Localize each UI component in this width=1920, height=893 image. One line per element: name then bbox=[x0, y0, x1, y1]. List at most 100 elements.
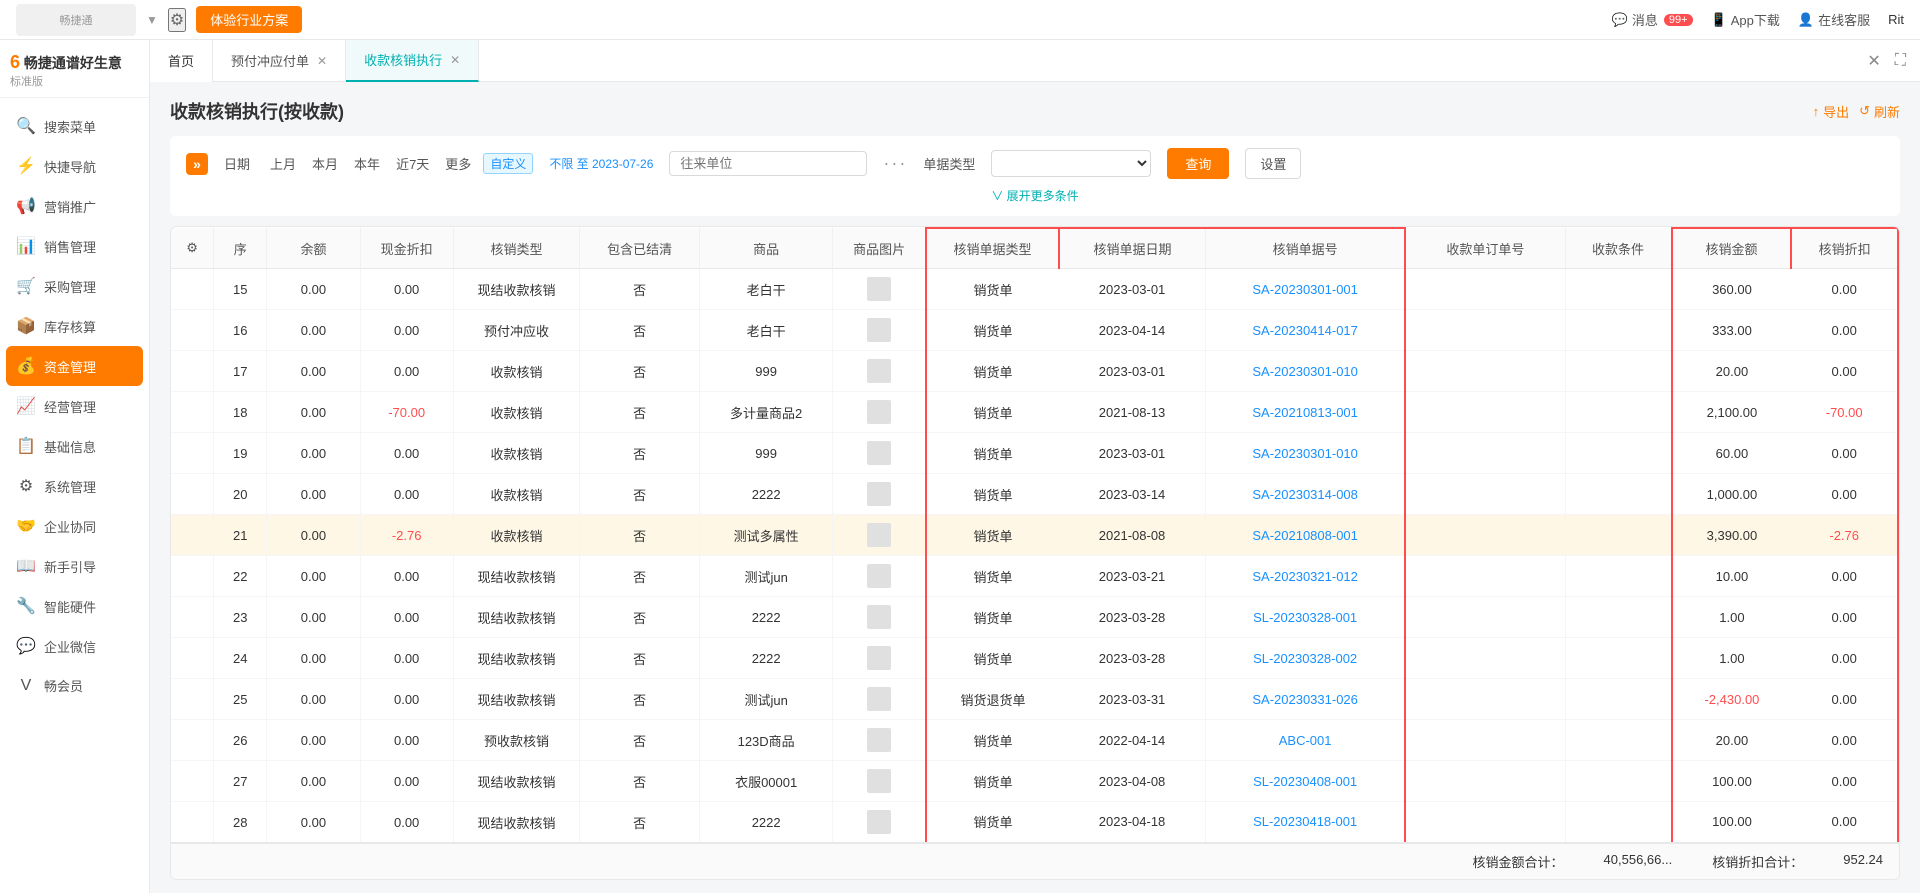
verify-no-link[interactable]: SL-20230418-001 bbox=[1253, 814, 1357, 829]
expand-more-conditions-btn[interactable]: ∨ 展开更多条件 bbox=[186, 187, 1884, 204]
tab-fullscreen-btn[interactable]: ⛶ bbox=[1891, 48, 1910, 74]
verify-no-link[interactable]: SL-20230328-001 bbox=[1253, 610, 1357, 625]
query-btn[interactable]: 查询 bbox=[1167, 148, 1229, 179]
row-verify-bill-type: 销货单 bbox=[926, 351, 1059, 392]
message-btn[interactable]: 💬 消息 99+ bbox=[1612, 10, 1693, 29]
list-icon: 📋 bbox=[16, 436, 36, 456]
dropdown-arrow-icon[interactable]: ▼ bbox=[146, 13, 158, 27]
row-verify-no[interactable]: SL-20230328-001 bbox=[1206, 597, 1406, 638]
date-last-7days-btn[interactable]: 近7天 bbox=[392, 152, 433, 175]
row-verify-no[interactable]: SA-20230314-008 bbox=[1206, 474, 1406, 515]
date-more-btn[interactable]: 更多 bbox=[441, 152, 475, 175]
verify-no-link[interactable]: SA-20210808-001 bbox=[1252, 528, 1358, 543]
refresh-btn[interactable]: ↺ 刷新 bbox=[1859, 102, 1900, 121]
filter-expand-btn[interactable]: » bbox=[186, 153, 208, 175]
verify-no-link[interactable]: ABC-001 bbox=[1279, 733, 1332, 748]
row-balance: 0.00 bbox=[267, 638, 360, 679]
sidebar-item-enterprise[interactable]: 🤝 企业协同 bbox=[0, 506, 149, 546]
date-last-month-btn[interactable]: 上月 bbox=[266, 152, 300, 175]
verify-no-link[interactable]: SA-20210813-001 bbox=[1252, 405, 1358, 420]
verify-no-link[interactable]: SA-20230314-008 bbox=[1252, 487, 1358, 502]
sidebar-item-purchase[interactable]: 🛒 采购管理 bbox=[0, 266, 149, 306]
row-verify-no[interactable]: SA-20230301-010 bbox=[1206, 351, 1406, 392]
date-custom-btn[interactable]: 自定义 bbox=[483, 153, 533, 174]
industry-btn[interactable]: 体验行业方案 bbox=[196, 6, 302, 33]
row-receipt-condition bbox=[1565, 433, 1672, 474]
row-goods: 999 bbox=[700, 351, 833, 392]
row-receipt-condition bbox=[1565, 761, 1672, 802]
row-verify-no[interactable]: SL-20230408-001 bbox=[1206, 761, 1406, 802]
col-gear[interactable]: ⚙ bbox=[171, 228, 214, 269]
export-btn[interactable]: ↑ 导出 bbox=[1813, 102, 1850, 121]
sidebar-item-vip[interactable]: V 畅会员 bbox=[0, 666, 149, 705]
row-verify-no[interactable]: SA-20210813-001 bbox=[1206, 392, 1406, 433]
sidebar-item-label: 快捷导航 bbox=[44, 157, 96, 176]
sidebar-item-operations[interactable]: 📈 经营管理 bbox=[0, 386, 149, 426]
row-verify-no[interactable]: SL-20230328-002 bbox=[1206, 638, 1406, 679]
tab-verify-close-icon[interactable]: ✕ bbox=[450, 53, 460, 67]
table-row: 28 0.00 0.00 现结收款核销 否 2222 销货单 2023-04-1… bbox=[171, 802, 1898, 843]
row-verify-no[interactable]: SA-20210808-001 bbox=[1206, 515, 1406, 556]
tab-verify[interactable]: 收款核销执行 ✕ bbox=[346, 40, 479, 82]
app-download-btn[interactable]: 📱 App下载 bbox=[1711, 10, 1780, 29]
bill-type-select[interactable] bbox=[991, 150, 1151, 177]
row-receipt-order bbox=[1405, 638, 1565, 679]
sidebar-item-finance[interactable]: 💰 资金管理 bbox=[6, 346, 143, 386]
sidebar-item-guide[interactable]: 📖 新手引导 bbox=[0, 546, 149, 586]
verify-no-link[interactable]: SA-20230321-012 bbox=[1252, 569, 1358, 584]
row-verify-no[interactable]: ABC-001 bbox=[1206, 720, 1406, 761]
sidebar-item-system[interactable]: ⚙ 系统管理 bbox=[0, 466, 149, 506]
partner-input[interactable] bbox=[669, 151, 867, 176]
partner-more-btn[interactable]: ··· bbox=[883, 153, 907, 174]
verify-no-link[interactable]: SL-20230328-002 bbox=[1253, 651, 1357, 666]
row-verify-discount: 0.00 bbox=[1791, 556, 1898, 597]
verify-no-link[interactable]: SL-20230408-001 bbox=[1253, 774, 1357, 789]
sidebar-item-basics[interactable]: 📋 基础信息 bbox=[0, 426, 149, 466]
page-content: 收款核销执行(按收款) ↑ 导出 ↺ 刷新 bbox=[150, 82, 1920, 893]
tab-close-all-btn[interactable]: ✕ bbox=[1863, 47, 1884, 75]
row-verify-no[interactable]: SA-20230331-026 bbox=[1206, 679, 1406, 720]
online-service-btn[interactable]: 👤 在线客服 bbox=[1798, 10, 1870, 29]
sidebar-item-wechat[interactable]: 💬 企业微信 bbox=[0, 626, 149, 666]
row-verify-date: 2023-03-14 bbox=[1059, 474, 1205, 515]
row-gear-cell bbox=[171, 392, 214, 433]
row-goods: 2222 bbox=[700, 474, 833, 515]
table-row: 27 0.00 0.00 现结收款核销 否 衣服00001 销货单 2023-0… bbox=[171, 761, 1898, 802]
row-verify-amount: 100.00 bbox=[1672, 761, 1792, 802]
row-verify-no[interactable]: SA-20230301-010 bbox=[1206, 433, 1406, 474]
filter-settings-btn[interactable]: 设置 bbox=[1245, 148, 1301, 179]
verify-no-link[interactable]: SA-20230301-010 bbox=[1252, 446, 1358, 461]
tab-home[interactable]: 首页 bbox=[150, 40, 213, 82]
row-verify-no[interactable]: SA-20230321-012 bbox=[1206, 556, 1406, 597]
verify-no-link[interactable]: SA-20230414-017 bbox=[1252, 323, 1358, 338]
money-icon: 💰 bbox=[16, 356, 36, 376]
verify-no-link[interactable]: SA-20230331-026 bbox=[1252, 692, 1358, 707]
verify-no-link[interactable]: SA-20230301-010 bbox=[1252, 364, 1358, 379]
row-verify-no[interactable]: SL-20230418-001 bbox=[1206, 802, 1406, 843]
row-verify-no[interactable]: SA-20230414-017 bbox=[1206, 310, 1406, 351]
settings-icon[interactable]: ⚙ bbox=[168, 8, 186, 32]
sidebar-item-inventory[interactable]: 📦 库存核算 bbox=[0, 306, 149, 346]
tab-prepay[interactable]: 预付冲应付单 ✕ bbox=[213, 40, 346, 82]
sidebar-item-shortcuts[interactable]: ⚡ 快捷导航 bbox=[0, 146, 149, 186]
user-name[interactable]: Rit bbox=[1888, 12, 1904, 27]
refresh-icon: ↺ bbox=[1859, 103, 1870, 119]
table-row: 25 0.00 0.00 现结收款核销 否 测试jun 销货退货单 2023-0… bbox=[171, 679, 1898, 720]
date-this-year-btn[interactable]: 本年 bbox=[350, 152, 384, 175]
tab-prepay-close-icon[interactable]: ✕ bbox=[317, 54, 327, 68]
row-gear-cell bbox=[171, 720, 214, 761]
row-verify-discount: 0.00 bbox=[1791, 638, 1898, 679]
row-cash-discount: 0.00 bbox=[360, 679, 453, 720]
table-container[interactable]: ⚙ 序 余额 现金折扣 核销类型 包含已结清 商品 商品图片 核销单据类型 bbox=[171, 227, 1899, 842]
sidebar-item-hardware[interactable]: 🔧 智能硬件 bbox=[0, 586, 149, 626]
brand-edition: 标准版 bbox=[10, 73, 139, 89]
date-this-month-btn[interactable]: 本月 bbox=[308, 152, 342, 175]
sidebar-item-marketing[interactable]: 📢 营销推广 bbox=[0, 186, 149, 226]
row-balance: 0.00 bbox=[267, 351, 360, 392]
col-receipt-condition: 收款条件 bbox=[1565, 228, 1672, 269]
row-verify-no[interactable]: SA-20230301-001 bbox=[1206, 269, 1406, 310]
row-verify-type: 收款核销 bbox=[453, 433, 580, 474]
sidebar-item-sales[interactable]: 📊 销售管理 bbox=[0, 226, 149, 266]
sidebar-item-search[interactable]: 🔍 搜索菜单 bbox=[0, 106, 149, 146]
verify-no-link[interactable]: SA-20230301-001 bbox=[1252, 282, 1358, 297]
